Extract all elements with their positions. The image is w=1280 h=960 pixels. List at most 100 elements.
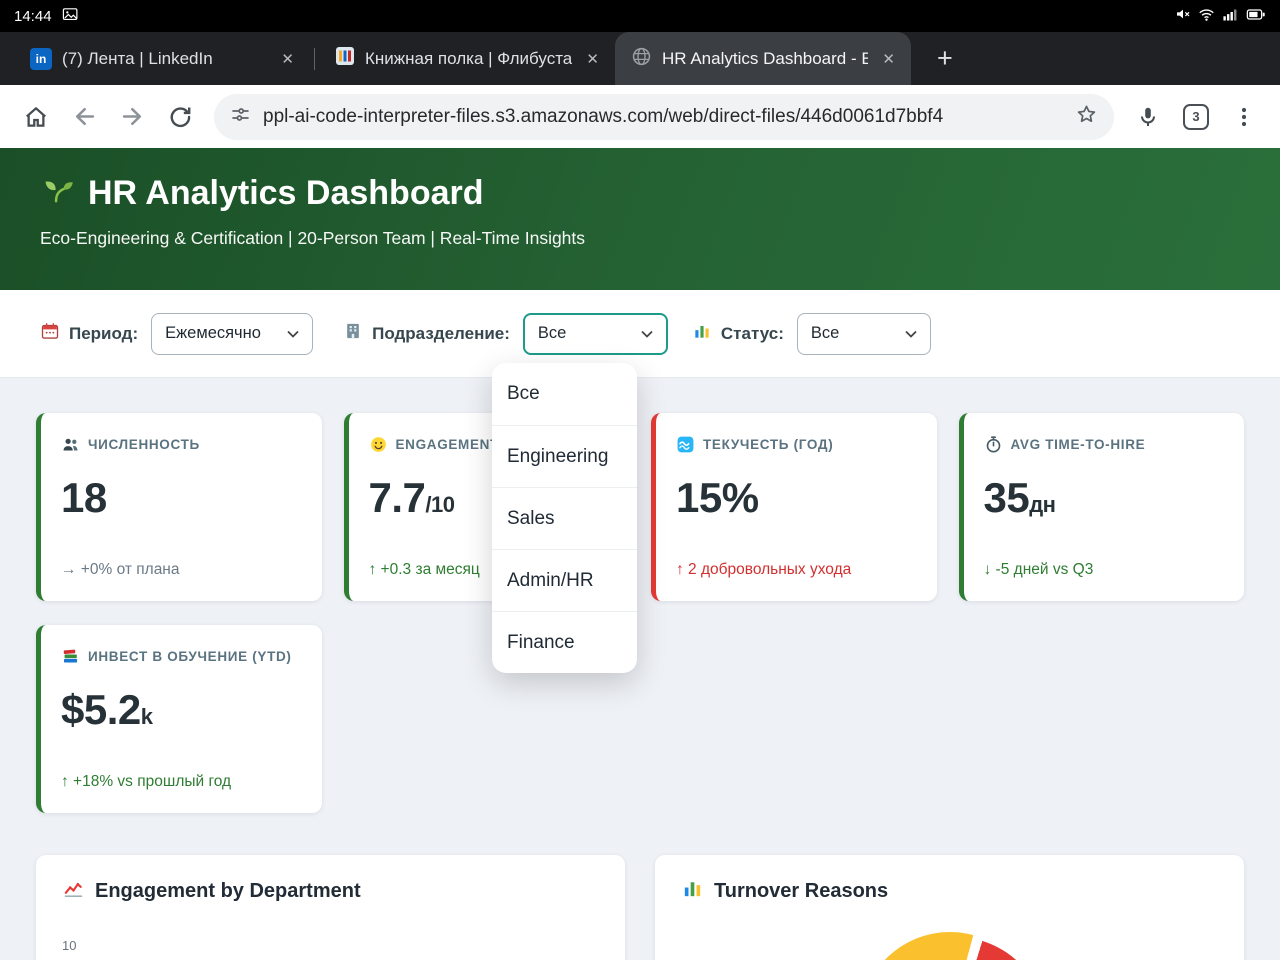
tab-divider	[314, 47, 315, 70]
dropdown-option-all[interactable]: Все	[492, 363, 637, 425]
kpi-note: → +0% от плана	[61, 561, 180, 578]
tab-close-icon[interactable]: ✕	[277, 48, 298, 70]
tab-strip: in (7) Лента | LinkedIn ✕ Книжная полка …	[0, 32, 1280, 85]
globe-favicon	[631, 46, 652, 72]
tab-title: Книжная полка | Флибуста	[365, 48, 573, 68]
kpi-title: ENGAGEMENT	[395, 437, 500, 452]
volume-mute-icon	[1175, 6, 1191, 26]
mic-button[interactable]	[1126, 95, 1170, 139]
wave-icon	[676, 435, 695, 460]
signal-icon	[1222, 6, 1239, 27]
chevron-down-icon	[287, 324, 299, 343]
status-filter: Статус: Все	[692, 312, 931, 355]
wifi-icon	[1198, 6, 1215, 27]
browser-toolbar: ppl-ai-code-interpreter-files.s3.amazona…	[0, 85, 1280, 148]
turnover-pie-chart	[859, 932, 1046, 960]
menu-button[interactable]	[1222, 95, 1266, 139]
tab-linkedin[interactable]: in (7) Лента | LinkedIn ✕	[14, 32, 310, 85]
status-icons	[1175, 6, 1266, 27]
department-select-value: Все	[537, 324, 567, 342]
kpi-suffix: k	[140, 704, 153, 730]
url-text[interactable]: ppl-ai-code-interpreter-files.s3.amazona…	[263, 106, 1063, 128]
building-icon	[343, 321, 363, 346]
photo-notification-icon	[62, 6, 79, 27]
kpi-title: ИНВЕСТ В ОБУЧЕНИЕ (YTD)	[88, 649, 292, 664]
kpi-card-time-to-hire: AVG TIME-TO-HIRE 35дн ↓ -5 дней vs Q3	[958, 413, 1244, 601]
kpi-grid: ЧИСЛЕННОСТЬ 18 → +0% от плана ENGAGEMENT…	[36, 413, 1244, 813]
status-select[interactable]: Все	[796, 312, 931, 355]
tab-hr-dashboard-active[interactable]: HR Analytics Dashboard - Ec ✕	[615, 32, 911, 85]
kpi-value: 18	[61, 474, 107, 522]
kpi-card-headcount: ЧИСЛЕННОСТЬ 18 → +0% от плана	[36, 413, 322, 601]
tab-flibusta[interactable]: Книжная полка | Флибуста ✕	[319, 32, 615, 85]
dropdown-option-engineering[interactable]: Engineering	[492, 425, 637, 487]
tab-title: (7) Лента | LinkedIn	[62, 48, 213, 68]
kpi-note: ↑ +18% vs прошлый год	[61, 773, 232, 790]
tab-close-icon[interactable]: ✕	[878, 48, 899, 70]
dropdown-option-sales[interactable]: Sales	[492, 487, 637, 549]
address-bar[interactable]: ppl-ai-code-interpreter-files.s3.amazona…	[214, 93, 1114, 140]
chart-engagement-by-department: Engagement by Department 10	[36, 855, 625, 960]
department-dropdown: Все Engineering Sales Admin/HR Finance	[492, 363, 637, 673]
books-icon	[61, 647, 80, 672]
reload-button[interactable]	[158, 95, 202, 139]
chart-turnover-reasons: Turnover Reasons	[655, 855, 1244, 960]
tune-icon[interactable]	[230, 104, 251, 130]
tab-close-icon[interactable]: ✕	[582, 48, 603, 70]
dropdown-option-admin-hr[interactable]: Admin/HR	[492, 549, 637, 611]
kpi-note: ↑ 2 добровольных ухода	[676, 561, 852, 578]
kpi-title: AVG TIME-TO-HIRE	[1010, 437, 1146, 452]
home-button[interactable]	[14, 95, 58, 139]
back-button[interactable]	[62, 95, 106, 139]
chevron-down-icon	[905, 324, 917, 343]
linkedin-favicon: in	[30, 47, 52, 70]
dropdown-option-finance[interactable]: Finance	[492, 611, 637, 673]
status-select-value: Все	[810, 324, 840, 342]
period-label: Период:	[69, 323, 139, 343]
period-filter: Период: Ежемесячно	[40, 312, 314, 355]
webpage: HR Analytics Dashboard Eco-Engineering &…	[0, 148, 1280, 960]
charts-row: Engagement by Department 10 Turnover Rea…	[36, 855, 1244, 960]
smiley-icon	[369, 435, 388, 460]
stopwatch-icon	[984, 435, 1003, 460]
kpi-value: $5.2	[61, 686, 141, 734]
kpi-value: 7.7	[368, 474, 426, 522]
department-select[interactable]: Все	[522, 312, 668, 355]
tab-switcher-button[interactable]: 3	[1174, 95, 1218, 139]
tab-title: HR Analytics Dashboard - Ec	[662, 48, 869, 68]
kpi-value: 35	[983, 474, 1030, 522]
department-label: Подразделение:	[372, 323, 510, 343]
chevron-down-icon	[641, 324, 653, 343]
kpi-card-turnover: ТЕКУЧЕСТЬ (ГОД) 15% ↑ 2 добровольных ухо…	[651, 413, 937, 601]
period-select[interactable]: Ежемесячно	[151, 312, 314, 355]
dashboard-header: HR Analytics Dashboard Eco-Engineering &…	[0, 148, 1280, 290]
tab-count: 3	[1183, 103, 1209, 130]
forward-button[interactable]	[110, 95, 154, 139]
bar-chart-icon	[681, 877, 704, 906]
page-subtitle: Eco-Engineering & Certification | 20-Per…	[40, 228, 586, 248]
kpi-suffix: /10	[425, 492, 455, 518]
department-filter: Подразделение: Все	[343, 312, 668, 355]
chart-title: Turnover Reasons	[714, 880, 889, 902]
period-select-value: Ежемесячно	[165, 324, 261, 342]
status-bar: 14:44	[0, 0, 1280, 32]
chart-title: Engagement by Department	[95, 880, 361, 902]
people-icon	[61, 435, 80, 460]
calendar-icon	[40, 321, 60, 346]
kpi-card-training-invest: ИНВЕСТ В ОБУЧЕНИЕ (YTD) $5.2k ↑ +18% vs …	[36, 625, 322, 813]
new-tab-button[interactable]: +	[921, 32, 969, 85]
bookmark-star-icon[interactable]	[1075, 103, 1098, 131]
status-chart-icon	[692, 321, 712, 346]
line-chart-icon	[62, 877, 85, 906]
flibusta-favicon	[335, 46, 355, 71]
kpi-value: 15%	[676, 474, 759, 522]
status-label: Статус:	[720, 323, 784, 343]
filter-bar: Период: Ежемесячно Подразделение: Все Ст…	[0, 290, 1280, 378]
kpi-title: ТЕКУЧЕСТЬ (ГОД)	[703, 437, 834, 452]
page-title: HR Analytics Dashboard	[88, 174, 484, 212]
kpi-note: ↓ -5 дней vs Q3	[983, 561, 1094, 578]
battery-icon	[1246, 7, 1266, 26]
seedling-icon	[40, 173, 74, 214]
kpi-suffix: дн	[1029, 492, 1056, 518]
kpi-title: ЧИСЛЕННОСТЬ	[88, 437, 200, 452]
